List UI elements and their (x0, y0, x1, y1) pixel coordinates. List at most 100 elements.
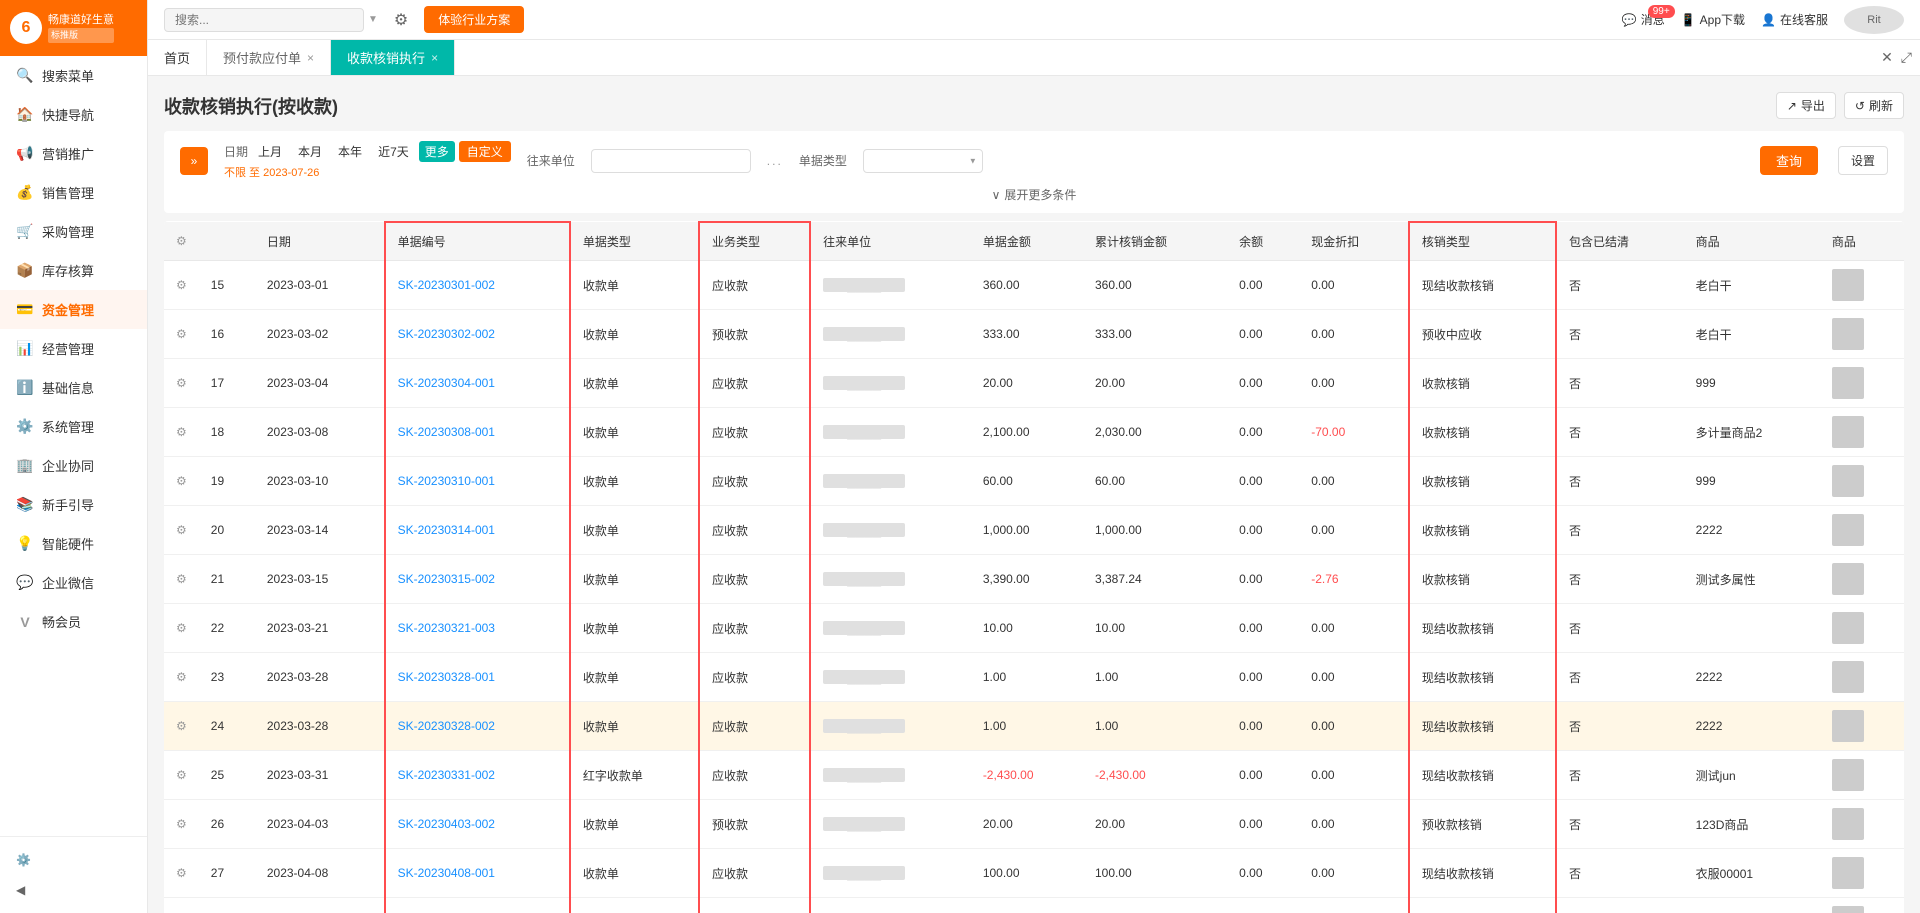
date-btn-7days[interactable]: 近7天 (372, 141, 415, 162)
doc-type-select[interactable]: 收款单 红字收款单 (863, 149, 983, 173)
tab-receipt-verify[interactable]: 收款核销执行 × (331, 40, 455, 75)
doc-no-link[interactable]: SK-20230328-001 (398, 670, 495, 684)
col-rownum-header (199, 222, 255, 261)
doc-no-link[interactable]: SK-20230301-002 (398, 278, 495, 292)
cell-settings[interactable]: ⚙ (164, 604, 199, 653)
search-input[interactable] (164, 8, 364, 32)
col-partner-header[interactable]: 往来单位 (810, 222, 971, 261)
sidebar-item-member[interactable]: V 畅会员 (0, 602, 147, 641)
sidebar-item-sales[interactable]: 💰 销售管理 (0, 173, 147, 212)
partner-input[interactable] (591, 149, 751, 173)
filter-settings-button[interactable]: 设置 (1838, 146, 1888, 175)
col-verifytype-header[interactable]: 核销类型 (1409, 222, 1556, 261)
col-balance-header[interactable]: 余额 (1227, 222, 1299, 261)
cell-settings[interactable]: ⚙ (164, 359, 199, 408)
col-docamount-header[interactable]: 单据金额 (971, 222, 1083, 261)
sidebar-collapse-btn[interactable]: ◀ (0, 875, 147, 905)
query-button[interactable]: 查询 (1760, 146, 1818, 175)
doc-no-link[interactable]: SK-20230314-001 (398, 523, 495, 537)
tabbar-close-icon[interactable]: ✕ (1881, 49, 1893, 66)
col-accamount-header[interactable]: 累计核销金额 (1083, 222, 1227, 261)
col-product2-header[interactable]: 商品 (1820, 222, 1904, 261)
date-custom-btn[interactable]: 自定义 (459, 141, 511, 162)
sidebar-item-inventory[interactable]: 📦 库存核算 (0, 251, 147, 290)
col-biztype-header[interactable]: 业务类型 (699, 222, 810, 261)
sidebar-item-enterprise[interactable]: 🏢 企业协同 (0, 446, 147, 485)
cell-settings[interactable]: ⚙ (164, 702, 199, 751)
sidebar-item-quick-nav[interactable]: 🏠 快捷导航 (0, 95, 147, 134)
doc-no-link[interactable]: SK-20230408-001 (398, 866, 495, 880)
cell-settings[interactable]: ⚙ (164, 653, 199, 702)
doc-no-link[interactable]: SK-20230308-001 (398, 425, 495, 439)
topbar-gear-icon[interactable]: ⚙ (394, 10, 408, 30)
cell-settings[interactable]: ⚙ (164, 261, 199, 310)
cell-verifytype: 现结收款核销 (1409, 702, 1556, 751)
sales-icon: 💰 (16, 184, 34, 201)
date-btn-more[interactable]: 更多 (419, 141, 455, 162)
sidebar-item-finance[interactable]: 💳 资金管理 (0, 290, 147, 329)
sidebar-settings-btn[interactable]: ⚙️ (0, 845, 147, 875)
logo-icon: 6 (10, 12, 42, 44)
sidebar-item-guide[interactable]: 📚 新手引导 (0, 485, 147, 524)
service-btn[interactable]: 👤 在线客服 (1761, 11, 1828, 28)
doc-no-link[interactable]: SK-20230321-003 (398, 621, 495, 635)
col-doctype-header[interactable]: 单据类型 (570, 222, 699, 261)
export-button[interactable]: ↗ 导出 (1776, 92, 1836, 119)
sidebar-item-wechat[interactable]: 💬 企业微信 (0, 563, 147, 602)
cell-product2 (1820, 457, 1904, 506)
doc-no-link[interactable]: SK-20230302-002 (398, 327, 495, 341)
message-btn[interactable]: 💬 消息 99+ (1622, 11, 1665, 28)
cell-settings[interactable]: ⚙ (164, 555, 199, 604)
cell-docamount: 10.00 (971, 604, 1083, 653)
cell-settings[interactable]: ⚙ (164, 408, 199, 457)
cell-accamount: 1,000.00 (1083, 506, 1227, 555)
col-product1-header[interactable]: 商品 (1684, 222, 1820, 261)
col-docno-header[interactable]: 单据编号 (385, 222, 570, 261)
cell-docno: SK-20230310-001 (385, 457, 570, 506)
cell-biztype: 预收款 (699, 800, 810, 849)
sidebar-item-marketing[interactable]: 📢 营销推广 (0, 134, 147, 173)
sidebar-item-purchase[interactable]: 🛒 采购管理 (0, 212, 147, 251)
tab-home[interactable]: 首页 (148, 40, 207, 75)
sidebar-item-operations[interactable]: 📊 经营管理 (0, 329, 147, 368)
doc-no-link[interactable]: SK-20230328-002 (398, 719, 495, 733)
cell-settings[interactable]: ⚙ (164, 898, 199, 913)
doc-no-link[interactable]: SK-20230331-002 (398, 768, 495, 782)
cell-settings[interactable]: ⚙ (164, 457, 199, 506)
col-date-header[interactable]: 日期 (255, 222, 385, 261)
filter-expand-btn[interactable]: ∨ 展开更多条件 (992, 186, 1077, 203)
doc-no-link[interactable]: SK-20230310-001 (398, 474, 495, 488)
solution-button[interactable]: 体验行业方案 (424, 6, 524, 33)
tabbar-expand-icon[interactable]: ⤢ (1901, 49, 1912, 66)
doc-no-link[interactable]: SK-20230403-002 (398, 817, 495, 831)
tab-prepay-close[interactable]: × (307, 51, 314, 65)
sidebar-item-search-menu[interactable]: 🔍 搜索菜单 (0, 56, 147, 95)
sidebar-item-basic-info[interactable]: ℹ️ 基础信息 (0, 368, 147, 407)
col-settings-header[interactable]: ⚙ (164, 222, 199, 261)
cell-settings[interactable]: ⚙ (164, 506, 199, 555)
filter-collapse-btn[interactable]: » (180, 147, 208, 175)
date-btn-last-month[interactable]: 上月 (252, 141, 288, 162)
cell-docno: SK-20230308-001 (385, 408, 570, 457)
date-btn-this-year[interactable]: 本年 (332, 141, 368, 162)
cell-cashdiscount: 0.00 (1299, 261, 1409, 310)
user-avatar[interactable]: Rit (1844, 6, 1904, 34)
tab-receipt-verify-close[interactable]: × (431, 51, 438, 65)
cell-settings[interactable]: ⚙ (164, 800, 199, 849)
app-download-btn[interactable]: 📱 App下载 (1681, 11, 1745, 28)
col-cashdiscount-header[interactable]: 现金折扣 (1299, 222, 1409, 261)
doc-no-link[interactable]: SK-20230304-001 (398, 376, 495, 390)
cell-settings[interactable]: ⚙ (164, 310, 199, 359)
cell-settings[interactable]: ⚙ (164, 751, 199, 800)
cell-accamount: 3,387.24 (1083, 555, 1227, 604)
doc-no-link[interactable]: SK-20230315-002 (398, 572, 495, 586)
cell-biztype: 应收款 (699, 702, 810, 751)
cell-settings[interactable]: ⚙ (164, 849, 199, 898)
col-includesettled-header[interactable]: 包含已结清 (1556, 222, 1684, 261)
refresh-button[interactable]: ↺ 刷新 (1844, 92, 1904, 119)
sidebar-item-system[interactable]: ⚙️ 系统管理 (0, 407, 147, 446)
sidebar-item-hardware[interactable]: 💡 智能硬件 (0, 524, 147, 563)
cell-partner: ████ (810, 261, 971, 310)
tab-prepay[interactable]: 预付款应付单 × (207, 40, 331, 75)
date-btn-this-month[interactable]: 本月 (292, 141, 328, 162)
